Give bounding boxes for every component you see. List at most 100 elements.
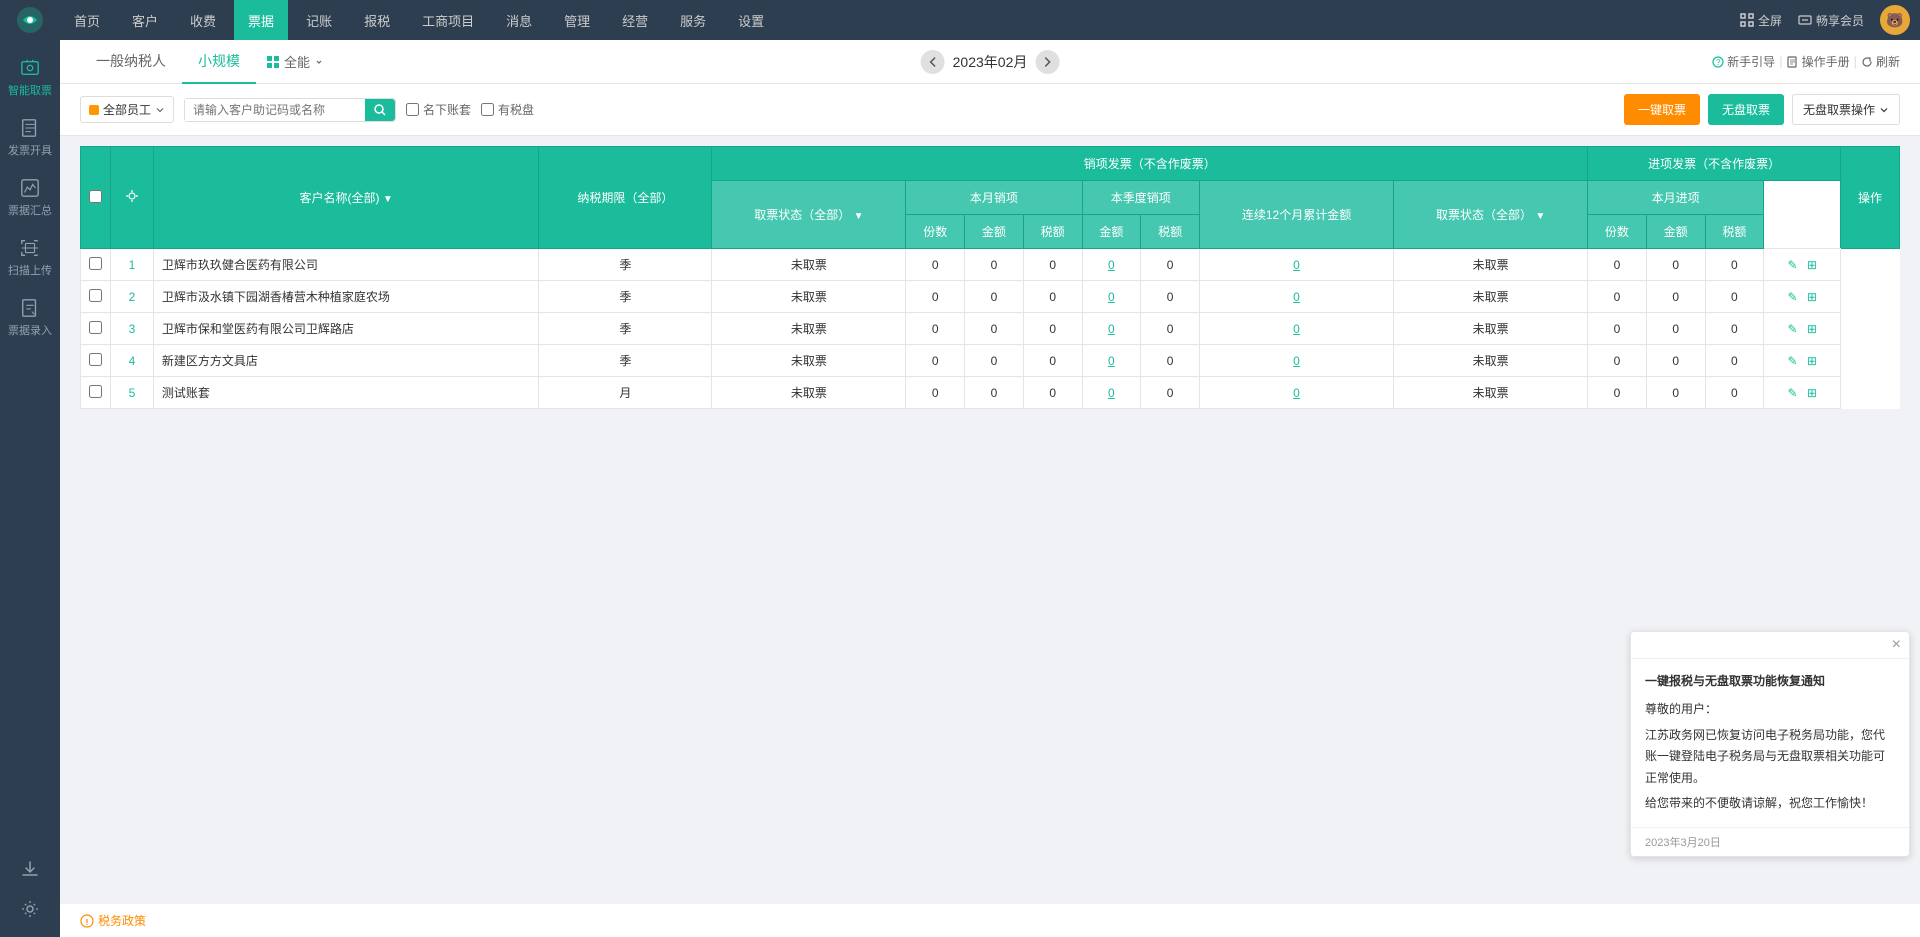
row-edit-icon-0[interactable]: ✎ — [1787, 258, 1797, 272]
nav-service[interactable]: 服务 — [666, 0, 720, 40]
nav-message[interactable]: 消息 — [492, 0, 546, 40]
row-detail-icon-0[interactable]: ⊞ — [1807, 258, 1817, 272]
nav-home[interactable]: 首页 — [60, 0, 114, 40]
row-sale-q-amount-2[interactable]: 0 — [1082, 313, 1141, 345]
user-avatar[interactable]: 🐻 — [1880, 5, 1910, 35]
sidebar-item-smart-ticket[interactable]: 智能取票 — [2, 50, 58, 106]
row-sale-status-4: 未取票 — [712, 377, 906, 409]
period-next-btn[interactable] — [1035, 50, 1059, 74]
th-sale-m-tax: 税额 — [1023, 215, 1082, 249]
sidebar-item-summary[interactable]: 票据汇总 — [2, 170, 58, 226]
fullscreen-btn[interactable]: 全屏 — [1740, 12, 1782, 29]
row-checkbox-0[interactable] — [81, 249, 111, 281]
period-label: 2023年02月 — [953, 52, 1028, 72]
row-sale-m-tax-0: 0 — [1023, 249, 1082, 281]
row-income-status-0: 未取票 — [1394, 249, 1588, 281]
row-sale-q-amount-0[interactable]: 0 — [1082, 249, 1141, 281]
row-checkbox-1[interactable] — [81, 281, 111, 313]
row-sale-m-count-4: 0 — [906, 377, 965, 409]
nav-settings[interactable]: 设置 — [724, 0, 778, 40]
row-sale-12m-4[interactable]: 0 — [1199, 377, 1393, 409]
notification-content: 江苏政务网已恢复访问电子税务局功能，您代账一键登陆电子税务局与无盘取票相关功能可… — [1645, 725, 1895, 790]
manual-btn[interactable]: 操作手册 — [1787, 53, 1850, 70]
row-detail-icon-2[interactable]: ⊞ — [1807, 322, 1817, 336]
row-client-0[interactable]: 卫辉市玖玖健合医药有限公司 — [153, 249, 539, 281]
table-row: 3 卫辉市保和堂医药有限公司卫辉路店 季 未取票 0 0 0 0 0 0 未取票… — [81, 313, 1900, 345]
row-detail-icon-3[interactable]: ⊞ — [1807, 354, 1817, 368]
member-btn[interactable]: 畅享会员 — [1798, 12, 1864, 29]
row-sale-12m-3[interactable]: 0 — [1199, 345, 1393, 377]
row-num-0: 1 — [111, 249, 154, 281]
row-income-m-amount-4: 0 — [1646, 377, 1705, 409]
nav-manage[interactable]: 管理 — [550, 0, 604, 40]
row-sale-12m-1[interactable]: 0 — [1199, 281, 1393, 313]
tax-policy-footer[interactable]: 税务政策 — [60, 903, 1920, 937]
th-sale-12m: 连续12个月累计金额 — [1199, 181, 1393, 249]
nav-fee[interactable]: 收费 — [176, 0, 230, 40]
no-disk-ops-btn[interactable]: 无盘取票操作 — [1792, 94, 1900, 125]
tab-small[interactable]: 小规模 — [182, 40, 256, 84]
row-sale-q-amount-4[interactable]: 0 — [1082, 377, 1141, 409]
row-num-2: 3 — [111, 313, 154, 345]
employee-select[interactable]: 全部员工 — [80, 96, 174, 123]
nav-operation[interactable]: 经营 — [608, 0, 662, 40]
row-sale-12m-2[interactable]: 0 — [1199, 313, 1393, 345]
nav-tax[interactable]: 报税 — [350, 0, 404, 40]
notification-footer: 2023年3月20日 — [1631, 827, 1909, 856]
row-income-m-amount-3: 0 — [1646, 345, 1705, 377]
sidebar-item-download[interactable] — [2, 851, 58, 887]
row-edit-icon-4[interactable]: ✎ — [1787, 386, 1797, 400]
sidebar-item-scan[interactable]: 扫描上传 — [2, 230, 58, 286]
row-client-1[interactable]: 卫辉市汲水镇下园湖香椿营木种植家庭农场 — [153, 281, 539, 313]
period-prev-btn[interactable] — [921, 50, 945, 74]
row-client-4[interactable]: 测试账套 — [153, 377, 539, 409]
sidebar-item-open-invoice[interactable]: 发票开具 — [2, 110, 58, 166]
row-income-m-count-0: 0 — [1588, 249, 1647, 281]
row-sale-q-tax-1: 0 — [1141, 281, 1200, 313]
row-edit-icon-3[interactable]: ✎ — [1787, 354, 1797, 368]
top-navigation: 首页 客户 收费 票据 记账 报税 工商项目 消息 管理 经营 服务 设置 全屏… — [0, 0, 1920, 40]
sidebar-item-config[interactable] — [2, 891, 58, 927]
no-disk-ticket-btn[interactable]: 无盘取票 — [1708, 94, 1784, 125]
row-client-2[interactable]: 卫辉市保和堂医药有限公司卫辉路店 — [153, 313, 539, 345]
row-sale-12m-0[interactable]: 0 — [1199, 249, 1393, 281]
toolbar-right: 一键取票 无盘取票 无盘取票操作 — [1624, 94, 1900, 125]
row-checkbox-4[interactable] — [81, 377, 111, 409]
new-guide-btn[interactable]: ? 新手引导 — [1712, 53, 1775, 70]
search-button[interactable] — [365, 99, 395, 121]
th-income-status: 取票状态（全部） ▼ — [1394, 181, 1588, 249]
sub-account-checkbox[interactable] — [406, 103, 419, 116]
row-sale-q-amount-1[interactable]: 0 — [1082, 281, 1141, 313]
row-checkbox-3[interactable] — [81, 345, 111, 377]
tax-disk-checkbox[interactable] — [481, 103, 494, 116]
row-detail-icon-1[interactable]: ⊞ — [1807, 290, 1817, 304]
search-input[interactable] — [185, 99, 365, 121]
row-sale-q-amount-3[interactable]: 0 — [1082, 345, 1141, 377]
row-edit-icon-2[interactable]: ✎ — [1787, 322, 1797, 336]
select-all-checkbox[interactable] — [89, 190, 102, 203]
row-checkbox-2[interactable] — [81, 313, 111, 345]
tab-general[interactable]: 一般纳税人 — [80, 40, 182, 84]
th-sale-quarter: 本季度销项 — [1082, 181, 1199, 215]
sidebar-label-smart: 智能取票 — [8, 82, 52, 98]
row-num-1: 2 — [111, 281, 154, 313]
nav-client[interactable]: 客户 — [118, 0, 172, 40]
nav-business[interactable]: 工商项目 — [408, 0, 488, 40]
nav-accounting[interactable]: 记账 — [292, 0, 346, 40]
one-click-ticket-btn[interactable]: 一键取票 — [1624, 94, 1700, 125]
nav-ticket[interactable]: 票据 — [234, 0, 288, 40]
row-income-m-count-4: 0 — [1588, 377, 1647, 409]
row-client-3[interactable]: 新建区方方文具店 — [153, 345, 539, 377]
row-sale-m-amount-1: 0 — [965, 281, 1024, 313]
tab-all[interactable]: 全能 — [256, 52, 334, 71]
sub-account-filter[interactable]: 名下账套 — [406, 101, 471, 118]
nav-items: 首页 客户 收费 票据 记账 报税 工商项目 消息 管理 经营 服务 设置 — [60, 0, 1740, 40]
sidebar-item-entry[interactable]: 票据录入 — [2, 290, 58, 346]
th-client: 客户名称(全部) ▼ — [153, 147, 539, 249]
refresh-btn[interactable]: 刷新 — [1861, 53, 1900, 70]
row-edit-icon-1[interactable]: ✎ — [1787, 290, 1797, 304]
notification-header: × — [1631, 632, 1909, 659]
notification-close-btn[interactable]: × — [1892, 636, 1901, 654]
row-detail-icon-4[interactable]: ⊞ — [1807, 386, 1817, 400]
tax-disk-filter[interactable]: 有税盘 — [481, 101, 534, 118]
